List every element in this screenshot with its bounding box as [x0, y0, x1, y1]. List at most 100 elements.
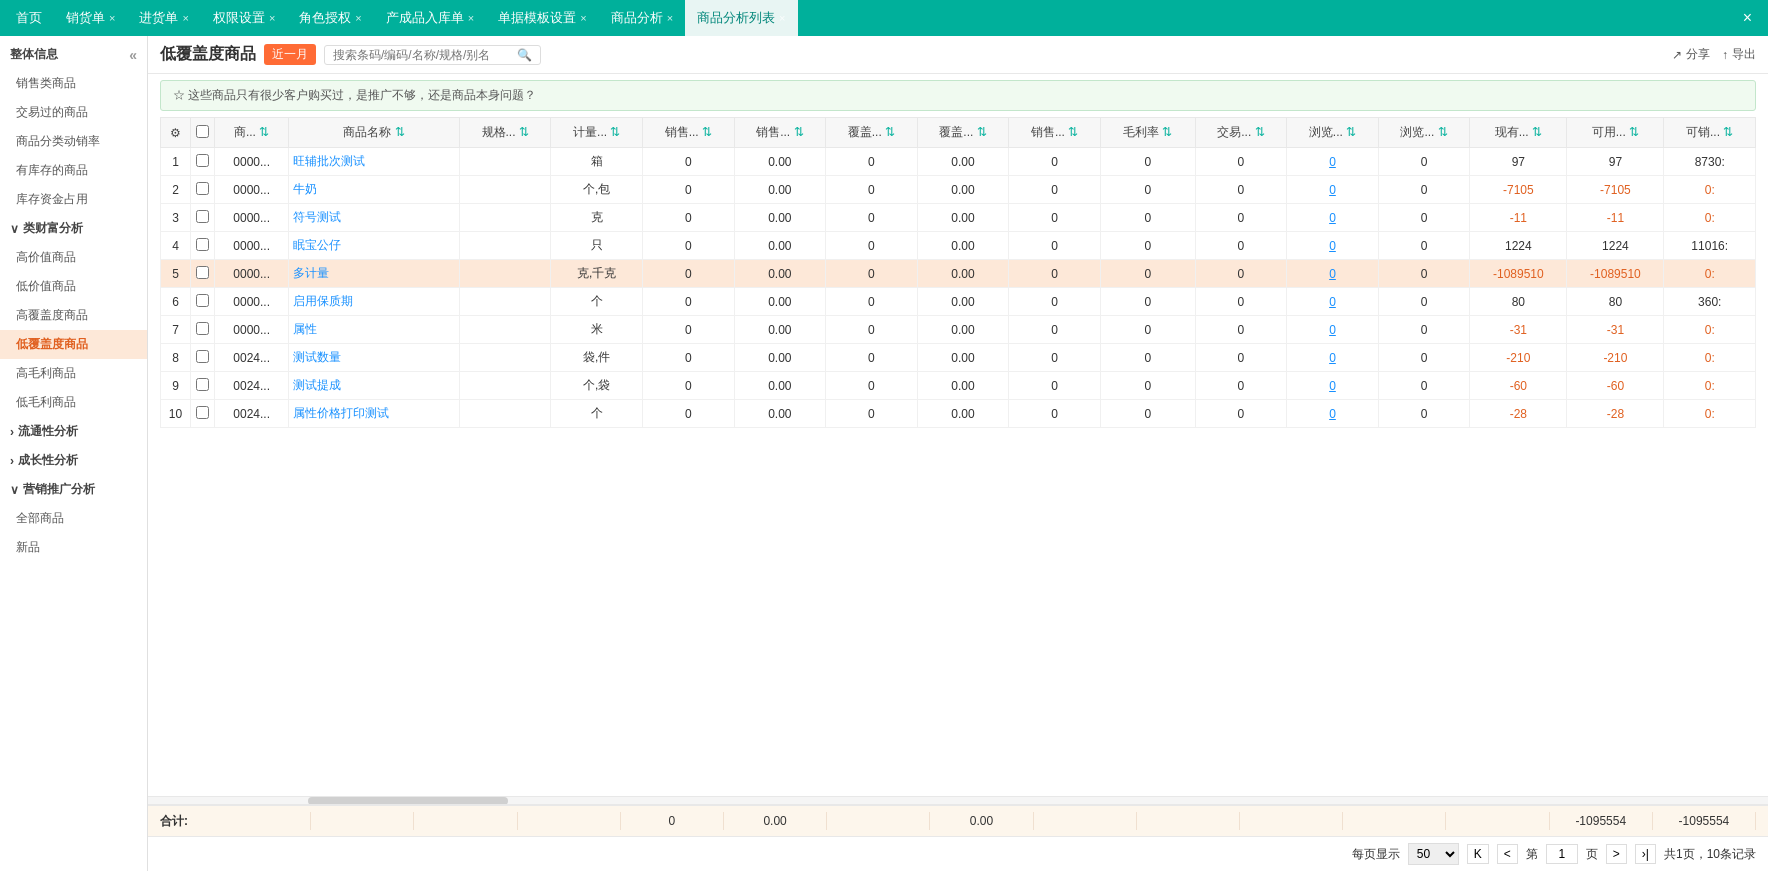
- footer-cell-placeholder5: [1034, 812, 1137, 830]
- row-checkbox[interactable]: [191, 232, 215, 260]
- col-trade[interactable]: 交易... ⇅: [1195, 118, 1287, 148]
- sidebar-item-low-value[interactable]: 低价值商品: [0, 272, 147, 301]
- row-checkbox[interactable]: [191, 260, 215, 288]
- nav-sales[interactable]: 销货单 ×: [54, 0, 127, 36]
- col-cover2[interactable]: 覆盖... ⇅: [917, 118, 1009, 148]
- search-icon[interactable]: 🔍: [517, 48, 532, 62]
- row-browse1[interactable]: 0: [1287, 316, 1379, 344]
- row-browse1[interactable]: 0: [1287, 176, 1379, 204]
- row-name[interactable]: 符号测试: [289, 204, 460, 232]
- sidebar-item-high-value[interactable]: 高价值商品: [0, 243, 147, 272]
- col-name[interactable]: 商品名称 ⇅: [289, 118, 460, 148]
- nav-warehouse-close[interactable]: ×: [468, 12, 474, 24]
- sidebar-item-high-margin[interactable]: 高毛利商品: [0, 359, 147, 388]
- col-sales-amt[interactable]: 销售... ⇅: [734, 118, 826, 148]
- sidebar-item-sales-goods[interactable]: 销售类商品: [0, 69, 147, 98]
- row-checkbox[interactable]: [191, 288, 215, 316]
- col-cover1[interactable]: 覆盖... ⇅: [826, 118, 918, 148]
- nav-warehouse[interactable]: 产成品入库单 ×: [374, 0, 486, 36]
- nav-product-analysis[interactable]: 商品分析 ×: [599, 0, 685, 36]
- row-name[interactable]: 多计量: [289, 260, 460, 288]
- nav-roles-close[interactable]: ×: [355, 12, 361, 24]
- sidebar-item-category-turnover[interactable]: 商品分类动销率: [0, 127, 147, 156]
- col-unit[interactable]: 计量... ⇅: [551, 118, 643, 148]
- nav-home[interactable]: 首页: [4, 0, 54, 36]
- row-name[interactable]: 牛奶: [289, 176, 460, 204]
- prev-page-button[interactable]: <: [1497, 844, 1518, 864]
- export-button[interactable]: ↑ 导出: [1722, 46, 1756, 63]
- next-page-button[interactable]: >: [1606, 844, 1627, 864]
- row-checkbox[interactable]: [191, 372, 215, 400]
- sidebar-section-circulation[interactable]: › 流通性分析: [0, 417, 147, 446]
- row-name[interactable]: 旺辅批次测试: [289, 148, 460, 176]
- sidebar-item-low-coverage[interactable]: 低覆盖度商品: [0, 330, 147, 359]
- row-name[interactable]: 测试提成: [289, 372, 460, 400]
- first-page-button[interactable]: K: [1467, 844, 1489, 864]
- row-name[interactable]: 眠宝公仔: [289, 232, 460, 260]
- sidebar-header: 整体信息 «: [0, 40, 147, 69]
- sidebar-section-growth[interactable]: › 成长性分析: [0, 446, 147, 475]
- nav-sales-close[interactable]: ×: [109, 12, 115, 24]
- nav-permissions-close[interactable]: ×: [269, 12, 275, 24]
- filter-recent-month-button[interactable]: 近一月: [264, 44, 316, 65]
- last-page-button[interactable]: ›|: [1635, 844, 1656, 864]
- nav-roles[interactable]: 角色授权 ×: [287, 0, 373, 36]
- row-name[interactable]: 启用保质期: [289, 288, 460, 316]
- row-name[interactable]: 属性: [289, 316, 460, 344]
- nav-purchase[interactable]: 进货单 ×: [127, 0, 200, 36]
- sidebar-item-stocked-goods[interactable]: 有库存的商品: [0, 156, 147, 185]
- row-checkbox[interactable]: [191, 176, 215, 204]
- nav-purchase-close[interactable]: ×: [182, 12, 188, 24]
- nav-product-analysis-close[interactable]: ×: [667, 12, 673, 24]
- nav-product-analysis-list-close[interactable]: ×: [779, 12, 785, 24]
- sidebar-item-all-goods[interactable]: 全部商品: [0, 504, 147, 533]
- nav-template[interactable]: 单据模板设置 ×: [486, 0, 598, 36]
- row-checkbox[interactable]: [191, 344, 215, 372]
- col-sales3[interactable]: 销售... ⇅: [1009, 118, 1101, 148]
- search-input[interactable]: [333, 48, 513, 62]
- sidebar-item-traded-goods[interactable]: 交易过的商品: [0, 98, 147, 127]
- row-browse1[interactable]: 0: [1287, 288, 1379, 316]
- col-browse2[interactable]: 浏览... ⇅: [1378, 118, 1470, 148]
- sidebar-item-high-coverage[interactable]: 高覆盖度商品: [0, 301, 147, 330]
- per-page-select[interactable]: 50 20 100 200: [1408, 843, 1459, 865]
- col-sellable[interactable]: 可销... ⇅: [1664, 118, 1756, 148]
- footer-cell-placeholder7: [1240, 812, 1343, 830]
- sidebar-section-wealth[interactable]: ∨ 类财富分析: [0, 214, 147, 243]
- sidebar-item-inventory-capital[interactable]: 库存资金占用: [0, 185, 147, 214]
- col-spec[interactable]: 规格... ⇅: [459, 118, 551, 148]
- col-margin[interactable]: 毛利率 ⇅: [1100, 118, 1195, 148]
- col-browse1[interactable]: 浏览... ⇅: [1287, 118, 1379, 148]
- sidebar-item-new-goods[interactable]: 新品: [0, 533, 147, 562]
- content-area: 低覆盖度商品 近一月 🔍 ↗ 分享 ↑ 导出 ☆ 这些商品只有很少客户购买过，是…: [148, 36, 1768, 871]
- col-settings[interactable]: ⚙: [161, 118, 191, 148]
- row-checkbox[interactable]: [191, 204, 215, 232]
- sidebar-section-marketing[interactable]: ∨ 营销推广分析: [0, 475, 147, 504]
- close-all-button[interactable]: ×: [1731, 9, 1764, 27]
- share-button[interactable]: ↗ 分享: [1672, 46, 1710, 63]
- nav-product-analysis-list[interactable]: 商品分析列表 ×: [685, 0, 797, 36]
- col-current[interactable]: 现有... ⇅: [1470, 118, 1567, 148]
- col-code[interactable]: 商... ⇅: [215, 118, 289, 148]
- row-browse1[interactable]: 0: [1287, 260, 1379, 288]
- row-checkbox[interactable]: [191, 400, 215, 428]
- row-browse1[interactable]: 0: [1287, 204, 1379, 232]
- row-browse1[interactable]: 0: [1287, 232, 1379, 260]
- row-checkbox[interactable]: [191, 316, 215, 344]
- row-browse1[interactable]: 0: [1287, 400, 1379, 428]
- row-browse1[interactable]: 0: [1287, 372, 1379, 400]
- row-browse1[interactable]: 0: [1287, 344, 1379, 372]
- select-all-checkbox[interactable]: [196, 125, 209, 138]
- nav-permissions[interactable]: 权限设置 ×: [201, 0, 287, 36]
- row-name[interactable]: 属性价格打印测试: [289, 400, 460, 428]
- col-sales-qty[interactable]: 销售... ⇅: [643, 118, 735, 148]
- page-number-input[interactable]: [1546, 844, 1578, 864]
- sidebar-collapse-button[interactable]: «: [129, 47, 137, 63]
- horizontal-scrollbar[interactable]: [148, 796, 1768, 804]
- nav-template-close[interactable]: ×: [580, 12, 586, 24]
- row-checkbox[interactable]: [191, 148, 215, 176]
- row-browse1[interactable]: 0: [1287, 148, 1379, 176]
- row-name[interactable]: 测试数量: [289, 344, 460, 372]
- col-available[interactable]: 可用... ⇅: [1567, 118, 1664, 148]
- sidebar-item-low-margin[interactable]: 低毛利商品: [0, 388, 147, 417]
